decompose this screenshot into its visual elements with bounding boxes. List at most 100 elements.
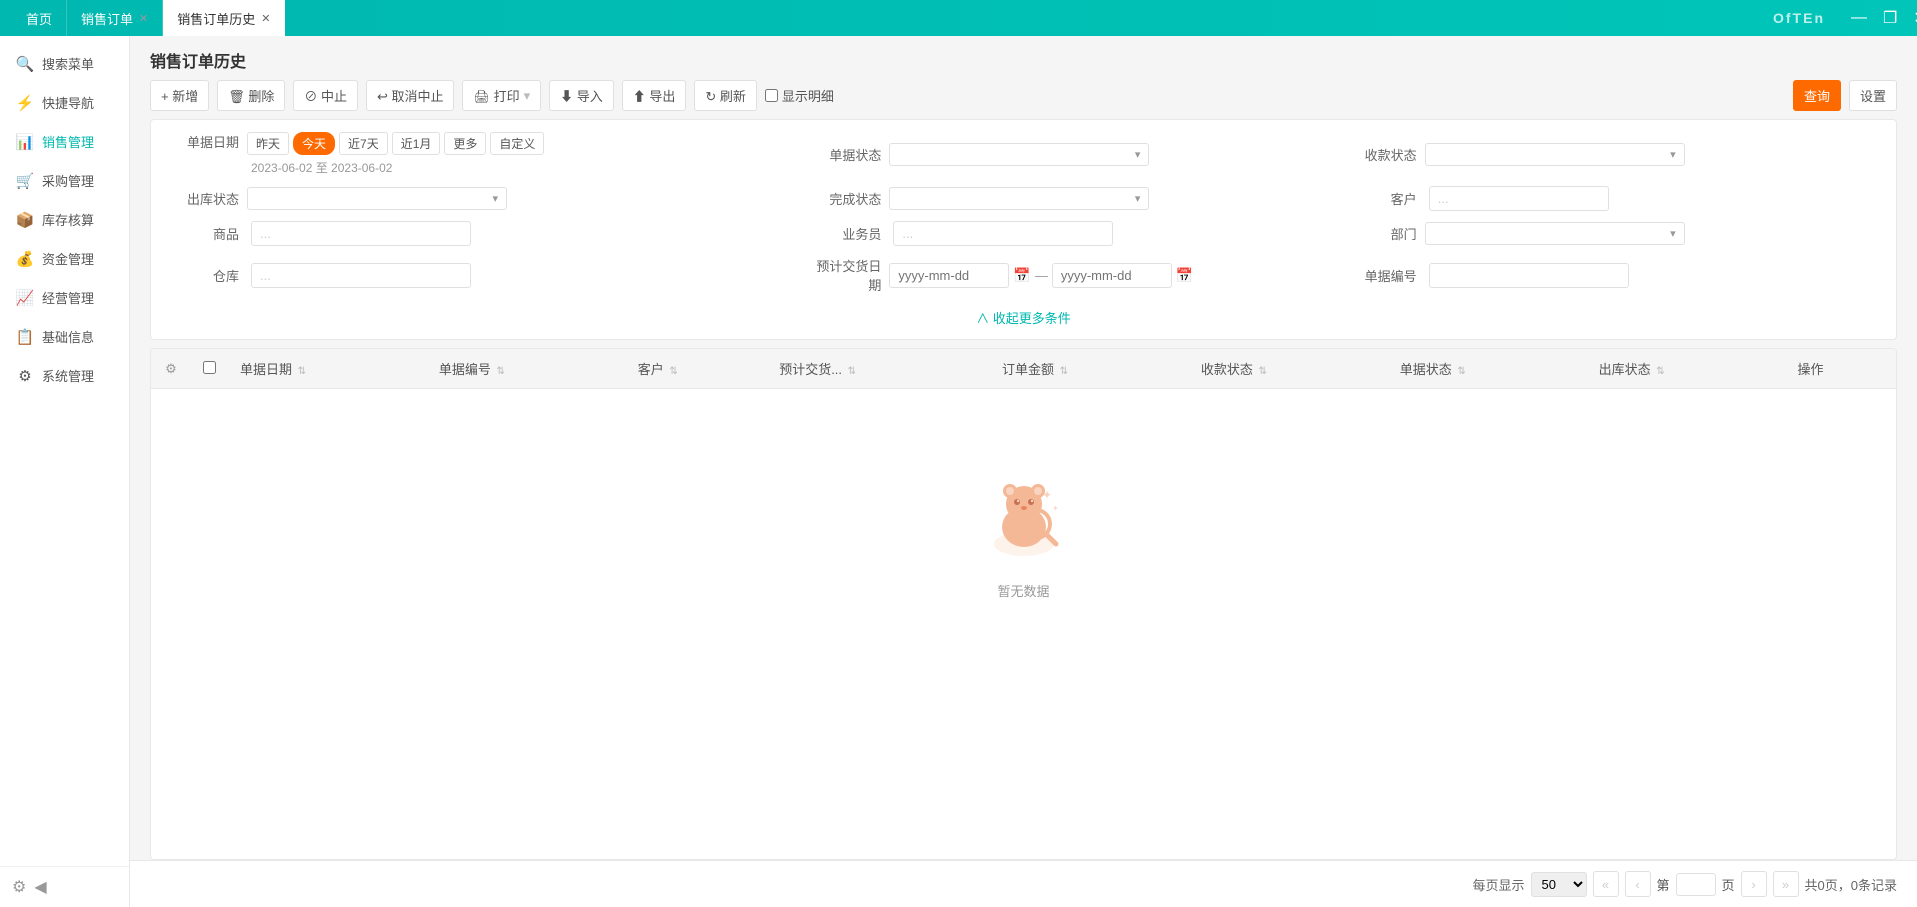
table-body: ✦ ✦ 暂无数据 bbox=[151, 389, 1896, 681]
sort-amount-icon[interactable]: ⇅ bbox=[1060, 366, 1068, 377]
sort-customer-icon[interactable]: ⇅ bbox=[669, 366, 677, 377]
bill-no-input[interactable] bbox=[1429, 263, 1629, 288]
filter-row-4: 仓库 ... 预计交货日期 📅 — 📅 单据编号 bbox=[167, 256, 1880, 294]
salesman-label: 业务员 bbox=[809, 224, 889, 243]
empty-row: ✦ ✦ 暂无数据 bbox=[151, 389, 1896, 681]
col-bill-status: 单据状态 ⇅ bbox=[1388, 349, 1587, 389]
table-header-checkbox[interactable] bbox=[191, 349, 228, 389]
out-status-label: 出库状态 bbox=[167, 189, 247, 208]
sidebar-item-operations[interactable]: 📈 经营管理 bbox=[0, 278, 129, 317]
status-select[interactable]: ▾ bbox=[889, 143, 1149, 166]
close-window-btn[interactable]: ✕ bbox=[1907, 6, 1917, 30]
empty-state: ✦ ✦ 暂无数据 bbox=[151, 389, 1896, 680]
sidebar-item-sales[interactable]: 📊 销售管理 bbox=[0, 122, 129, 161]
delivery-date-end-calendar[interactable]: 📅 bbox=[1176, 267, 1193, 284]
import-btn[interactable]: ⬇ 导入 bbox=[549, 80, 614, 111]
system-icon: ⚙ bbox=[16, 367, 34, 385]
select-all-checkbox[interactable] bbox=[203, 361, 216, 374]
basic-info-icon: 📋 bbox=[16, 328, 34, 346]
complete-status-label: 完成状态 bbox=[809, 189, 889, 208]
dept-label: 部门 bbox=[1345, 224, 1425, 243]
tab-sales-order[interactable]: 销售订单 ✕ bbox=[67, 0, 163, 36]
sidebar-item-basic-info[interactable]: 📋 基础信息 bbox=[0, 317, 129, 356]
delete-btn[interactable]: 🗑 删除 bbox=[217, 80, 285, 111]
sort-bill-no-icon[interactable]: ⇅ bbox=[497, 366, 505, 377]
export-btn[interactable]: ⬆ 导出 bbox=[622, 80, 687, 111]
date-more-btn[interactable]: 更多 bbox=[444, 132, 486, 155]
sidebar-item-inventory[interactable]: 📦 库存核算 bbox=[0, 200, 129, 239]
sort-receipt-icon[interactable]: ⇅ bbox=[1259, 366, 1267, 377]
filter-area: 单据日期 昨天 今天 近7天 近1月 更多 自定义 2023-06-02 至 2… bbox=[150, 119, 1897, 340]
sidebar-settings-btn[interactable]: ⚙ bbox=[12, 877, 26, 897]
filter-row-3: 商品 ... 业务员 ... 部门 ▾ bbox=[167, 221, 1880, 246]
collapse-filter-btn[interactable]: ∧ 收起更多条件 bbox=[167, 304, 1880, 327]
print-btn[interactable]: 🖨 打印 ▾ bbox=[462, 80, 541, 111]
customer-label: 客户 bbox=[1345, 189, 1425, 208]
date-yesterday-btn[interactable]: 昨天 bbox=[247, 132, 289, 155]
date-custom-btn[interactable]: 自定义 bbox=[490, 132, 544, 155]
restore-btn[interactable]: ❐ bbox=[1877, 6, 1903, 30]
sidebar-item-finance[interactable]: 💰 资金管理 bbox=[0, 239, 129, 278]
prev-page-btn[interactable]: ‹ bbox=[1625, 871, 1651, 897]
sidebar: 🔍 搜索菜单 ⚡ 快捷导航 📊 销售管理 🛒 采购管理 📦 库存核算 💰 资金管… bbox=[0, 36, 130, 907]
date-label: 单据日期 bbox=[167, 132, 247, 151]
top-bar: 首页 销售订单 ✕ 销售订单历史 ✕ OfTEn — ❐ ✕ bbox=[0, 0, 1917, 36]
complete-status-select[interactable]: ▾ bbox=[889, 187, 1149, 210]
date-7days-btn[interactable]: 近7天 bbox=[339, 132, 388, 155]
date-today-btn[interactable]: 今天 bbox=[293, 132, 335, 155]
sidebar-item-search[interactable]: 🔍 搜索菜单 bbox=[0, 44, 129, 83]
col-delivery: 预计交货... ⇅ bbox=[767, 349, 990, 389]
customer-picker[interactable]: ... bbox=[1429, 186, 1609, 211]
sort-bill-status-icon[interactable]: ⇅ bbox=[1457, 366, 1465, 377]
minimize-btn[interactable]: — bbox=[1845, 6, 1873, 30]
sidebar-collapse-btn[interactable]: ◀ bbox=[34, 877, 46, 897]
warehouse-label: 仓库 bbox=[167, 266, 247, 285]
new-btn[interactable]: + 新增 bbox=[150, 80, 209, 111]
first-page-btn[interactable]: « bbox=[1593, 871, 1619, 897]
dept-select[interactable]: ▾ bbox=[1425, 222, 1685, 245]
col-action: 操作 bbox=[1785, 349, 1896, 389]
sort-delivery-icon[interactable]: ⇅ bbox=[848, 366, 856, 377]
sidebar-item-system[interactable]: ⚙ 系统管理 bbox=[0, 356, 129, 395]
per-page-label: 每页显示 bbox=[1472, 875, 1524, 894]
data-table: ⚙ 单据日期 ⇅ 单据编号 ⇅ 客户 bbox=[151, 349, 1896, 680]
sort-out-status-icon[interactable]: ⇅ bbox=[1656, 366, 1664, 377]
col-date: 单据日期 ⇅ bbox=[228, 349, 427, 389]
query-btn[interactable]: 查询 bbox=[1793, 80, 1841, 111]
tab-home[interactable]: 首页 bbox=[12, 0, 67, 36]
status-label: 单据状态 bbox=[809, 145, 889, 164]
delivery-date-end[interactable] bbox=[1052, 263, 1172, 288]
display-detail-checkbox[interactable] bbox=[765, 89, 778, 102]
sidebar-item-purchase[interactable]: 🛒 采购管理 bbox=[0, 161, 129, 200]
settings-btn[interactable]: 设置 bbox=[1849, 80, 1897, 111]
salesman-picker[interactable]: ... bbox=[893, 221, 1113, 246]
sort-date-icon[interactable]: ⇅ bbox=[298, 366, 306, 377]
date-range-text: 2023-06-02 至 2023-06-02 bbox=[251, 159, 544, 176]
finance-icon: 💰 bbox=[16, 250, 34, 268]
last-page-btn[interactable]: » bbox=[1773, 871, 1799, 897]
col-receipt-status: 收款状态 ⇅ bbox=[1189, 349, 1388, 389]
next-page-btn[interactable]: › bbox=[1741, 871, 1767, 897]
refresh-btn[interactable]: ↻ 刷新 bbox=[694, 80, 757, 111]
goods-label: 商品 bbox=[167, 224, 247, 243]
close-tab-history[interactable]: ✕ bbox=[261, 12, 270, 25]
close-tab-sales-order[interactable]: ✕ bbox=[139, 12, 148, 25]
delivery-date-start[interactable] bbox=[889, 263, 1009, 288]
table-settings-icon[interactable]: ⚙ bbox=[151, 349, 191, 389]
col-amount: 订单金额 ⇅ bbox=[990, 349, 1189, 389]
receipt-status-label: 收款状态 bbox=[1345, 145, 1425, 164]
date-1month-btn[interactable]: 近1月 bbox=[392, 132, 441, 155]
delivery-date-start-calendar[interactable]: 📅 bbox=[1013, 267, 1030, 284]
sidebar-item-quicknav[interactable]: ⚡ 快捷导航 bbox=[0, 83, 129, 122]
out-status-select[interactable]: ▾ bbox=[247, 187, 507, 210]
warehouse-picker[interactable]: ... bbox=[251, 263, 471, 288]
stop-btn[interactable]: ⊘ 中止 bbox=[293, 80, 358, 111]
per-page-select[interactable]: 20 50 100 bbox=[1531, 872, 1587, 897]
receipt-status-select[interactable]: ▾ bbox=[1425, 143, 1685, 166]
table-area: ⚙ 单据日期 ⇅ 单据编号 ⇅ 客户 bbox=[150, 348, 1897, 860]
page-input[interactable]: 1 bbox=[1676, 873, 1716, 896]
goods-picker[interactable]: ... bbox=[251, 221, 471, 246]
page-label: 第 bbox=[1657, 875, 1670, 894]
tab-sales-order-history[interactable]: 销售订单历史 ✕ bbox=[163, 0, 285, 36]
cancel-stop-btn[interactable]: ↩ 取消中止 bbox=[366, 80, 455, 111]
